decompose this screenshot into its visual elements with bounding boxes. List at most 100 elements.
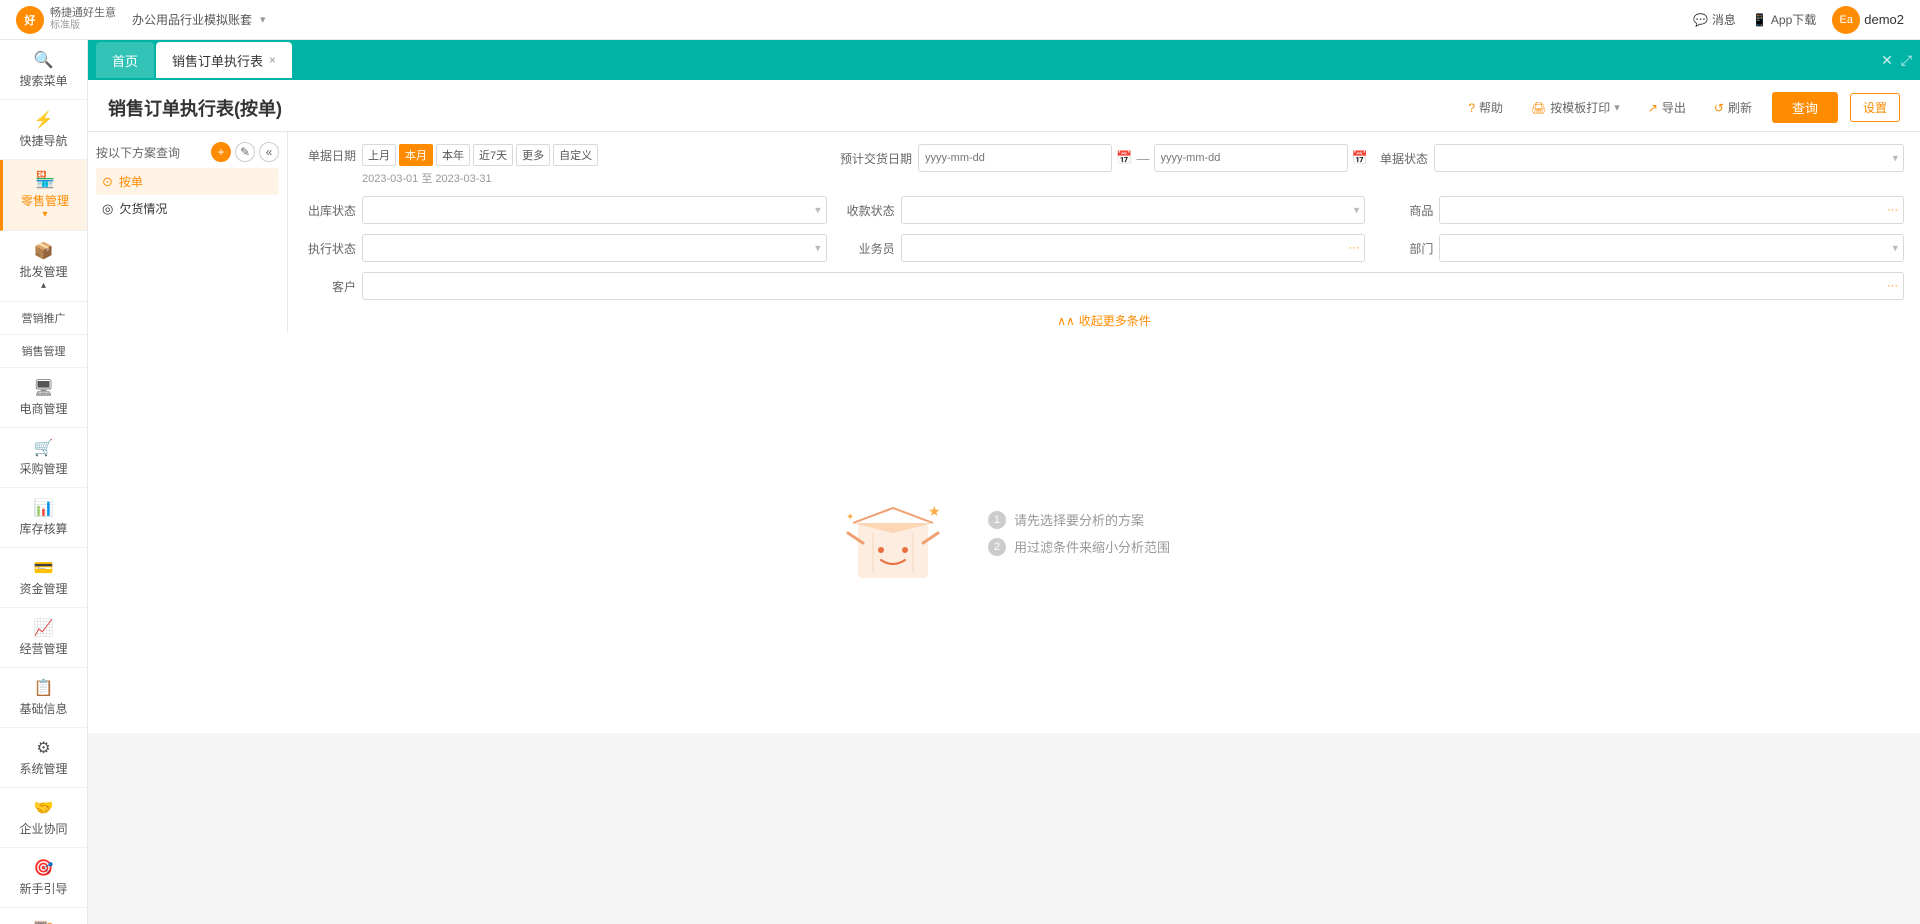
sidebar-item-retail[interactable]: 🏪 零售管理 ▾: [0, 160, 87, 231]
tab-close-icon[interactable]: ×: [269, 53, 276, 67]
department-group: 部门 ▾: [1381, 234, 1904, 262]
newbie-icon: 🎯: [34, 858, 54, 878]
collapse-more-btn[interactable]: ∧∧ 收起更多条件: [304, 304, 1904, 333]
sidebar-item-system[interactable]: ⚙ 系统管理: [0, 728, 87, 788]
query-btn[interactable]: 查询: [1772, 92, 1838, 123]
refresh-icon: ↺: [1714, 101, 1724, 115]
window-close-icon[interactable]: ✕: [1881, 52, 1893, 69]
print-btn[interactable]: 🖨 按模板打印 ▾: [1523, 95, 1628, 120]
hint-number-2: 2: [988, 538, 1006, 556]
execution-status-input[interactable]: [362, 234, 827, 262]
expand-icon: ▾: [42, 209, 47, 220]
tab-sales-order[interactable]: 销售订单执行表 ×: [156, 42, 292, 78]
this-month-btn[interactable]: 本月: [399, 144, 433, 166]
page-content: 销售订单执行表(按单) ? 帮助 🖨 按模板打印 ▾ ↗ 导出: [88, 80, 1920, 924]
collection-status-input[interactable]: [901, 196, 1366, 224]
sidebar-item-finance[interactable]: 💳 资金管理: [0, 548, 87, 608]
delivery-status-group: 出库状态 ▾: [304, 196, 827, 224]
help-icon: ?: [1468, 101, 1475, 115]
refresh-btn[interactable]: ↺ 刷新: [1706, 95, 1760, 120]
svg-text:✦: ✦: [846, 512, 854, 523]
sidebar-item-search[interactable]: 🔍 搜索菜单: [0, 40, 87, 100]
sidebar: 🔍 搜索菜单 ⚡ 快捷导航 🏪 零售管理 ▾ 📦 批发管理 ▴ 营销推广 销售管…: [0, 40, 88, 924]
empty-hint-1: 1 请先选择要分析的方案: [988, 510, 1144, 529]
purchase-icon: 🛒: [34, 438, 54, 458]
scheme-add-btn[interactable]: +: [211, 142, 231, 162]
scheme-header: 按以下方案查询 + ✎ «: [96, 142, 279, 162]
export-btn[interactable]: ↗ 导出: [1640, 95, 1694, 120]
salesperson-input[interactable]: [901, 234, 1366, 262]
page-header: 销售订单执行表(按单) ? 帮助 🖨 按模板打印 ▾ ↗ 导出: [88, 80, 1920, 132]
more-btn[interactable]: 更多: [516, 144, 550, 166]
goods-input[interactable]: [1439, 196, 1904, 224]
print-dropdown-icon[interactable]: ▾: [1614, 101, 1620, 114]
basic-icon: 📋: [34, 678, 54, 698]
filter-row-3: 执行状态 ▾ 业务员 ···: [304, 234, 1904, 262]
sales-tab-label: 销售订单执行表: [172, 51, 263, 70]
department-label: 部门: [1381, 240, 1433, 257]
customer-input[interactable]: [362, 272, 1904, 300]
scheme-item-by-debt[interactable]: ◎ 欠货情况: [96, 195, 279, 222]
sidebar-subitem-sales[interactable]: 销售管理: [0, 335, 87, 368]
cal-start-icon[interactable]: 📅: [1116, 150, 1132, 166]
salesperson-more-icon[interactable]: ···: [1348, 242, 1359, 254]
app-title: 办公用品行业模拟账套: [132, 11, 252, 28]
retail-icon: 🏪: [35, 170, 55, 190]
operation-icon: 📈: [34, 618, 54, 638]
settings-btn[interactable]: 设置: [1850, 93, 1900, 122]
sidebar-item-wholesale[interactable]: 📦 批发管理 ▴: [0, 231, 87, 302]
status-label: 单据状态: [1376, 150, 1428, 167]
search-icon: 🔍: [34, 50, 54, 70]
scheme-title: 按以下方案查询: [96, 144, 180, 161]
sidebar-item-inventory[interactable]: 📊 库存核算: [0, 488, 87, 548]
inventory-icon: 📊: [34, 498, 54, 518]
sidebar-item-operation[interactable]: 📈 经营管理: [0, 608, 87, 668]
app-dropdown-icon[interactable]: ▾: [260, 13, 266, 26]
last-month-btn[interactable]: 上月: [362, 144, 396, 166]
sidebar-subitem-marketing[interactable]: 营销推广: [0, 302, 87, 335]
sidebar-item-quicknav[interactable]: ⚡ 快捷导航: [0, 100, 87, 160]
app-download-btn[interactable]: 📱 App下载: [1752, 11, 1816, 28]
help-btn[interactable]: ? 帮助: [1460, 95, 1511, 120]
scheme-collapse-btn[interactable]: «: [259, 142, 279, 162]
expected-date-label: 预计交货日期: [840, 150, 912, 167]
sidebar-item-purchase[interactable]: 🛒 采购管理: [0, 428, 87, 488]
appstore-icon: 🏬: [34, 918, 54, 924]
expand-icon2: ▴: [41, 280, 46, 291]
scheme-item-by-order[interactable]: ⊙ 按单: [96, 168, 279, 195]
cal-end-icon[interactable]: 📅: [1352, 150, 1368, 166]
empty-illustration: ★ ✦: [838, 478, 948, 588]
sidebar-item-enterprise[interactable]: 🤝 企业协同: [0, 788, 87, 848]
last7-btn[interactable]: 近7天: [473, 144, 513, 166]
expected-date-start[interactable]: [918, 144, 1112, 172]
execution-status-label: 执行状态: [304, 240, 356, 257]
goods-more-icon[interactable]: ···: [1887, 204, 1898, 216]
sidebar-item-appstore[interactable]: 🏬 应用中心: [0, 908, 87, 924]
sidebar-item-basic[interactable]: 📋 基础信息: [0, 668, 87, 728]
user-area[interactable]: Ea demo2: [1832, 6, 1904, 34]
message-btn[interactable]: 💬 消息: [1693, 11, 1736, 28]
scheme-actions: + ✎ «: [211, 142, 279, 162]
sidebar-item-newbie[interactable]: 🎯 新手引导: [0, 848, 87, 908]
scheme-edit-btn[interactable]: ✎: [235, 142, 255, 162]
sidebar-item-ecommerce[interactable]: 🖥 电商管理: [0, 368, 87, 428]
wholesale-icon: 📦: [34, 241, 54, 261]
collection-status-group: 收款状态 ▾: [843, 196, 1366, 224]
window-max-icon[interactable]: ⤢: [1901, 52, 1912, 69]
svg-text:★: ★: [928, 503, 941, 519]
customer-more-icon[interactable]: ···: [1887, 280, 1898, 292]
execution-status-group: 执行状态 ▾: [304, 234, 827, 262]
expected-date-end[interactable]: [1154, 144, 1348, 172]
status-input[interactable]: [1434, 144, 1904, 172]
filter-container: 按以下方案查询 + ✎ « ⊙ 按单 ◎ 欠货情况: [88, 132, 1920, 333]
enterprise-icon: 🤝: [34, 798, 54, 818]
tab-home[interactable]: 首页: [96, 42, 154, 78]
salesperson-label: 业务员: [843, 240, 895, 257]
delivery-status-label: 出库状态: [304, 202, 356, 219]
delivery-status-input[interactable]: [362, 196, 827, 224]
custom-btn[interactable]: 自定义: [553, 144, 598, 166]
department-input[interactable]: [1439, 234, 1904, 262]
salesperson-group: 业务员 ···: [843, 234, 1366, 262]
date-separator: —: [1137, 151, 1150, 166]
this-year-btn[interactable]: 本年: [436, 144, 470, 166]
